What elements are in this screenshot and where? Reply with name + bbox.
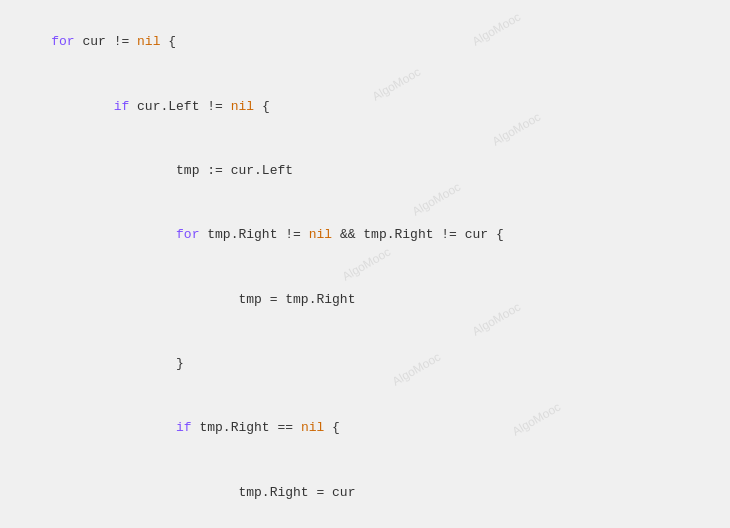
code-line-7: if tmp.Right == nil { bbox=[20, 396, 710, 460]
code-line-9: cur = cur.Left bbox=[20, 525, 710, 529]
code-line-8: tmp.Right = cur bbox=[20, 460, 710, 524]
code-line-1: for cur != nil { bbox=[20, 10, 710, 74]
code-line-6: } bbox=[20, 332, 710, 396]
code-line-4: for tmp.Right != nil && tmp.Right != cur… bbox=[20, 203, 710, 267]
code-line-3: tmp := cur.Left bbox=[20, 139, 710, 203]
code-line-5: tmp = tmp.Right bbox=[20, 267, 710, 331]
code-line-2: if cur.Left != nil { bbox=[20, 74, 710, 138]
code-block: AlgoMooc AlgoMooc AlgoMooc AlgoMooc Algo… bbox=[0, 0, 730, 528]
